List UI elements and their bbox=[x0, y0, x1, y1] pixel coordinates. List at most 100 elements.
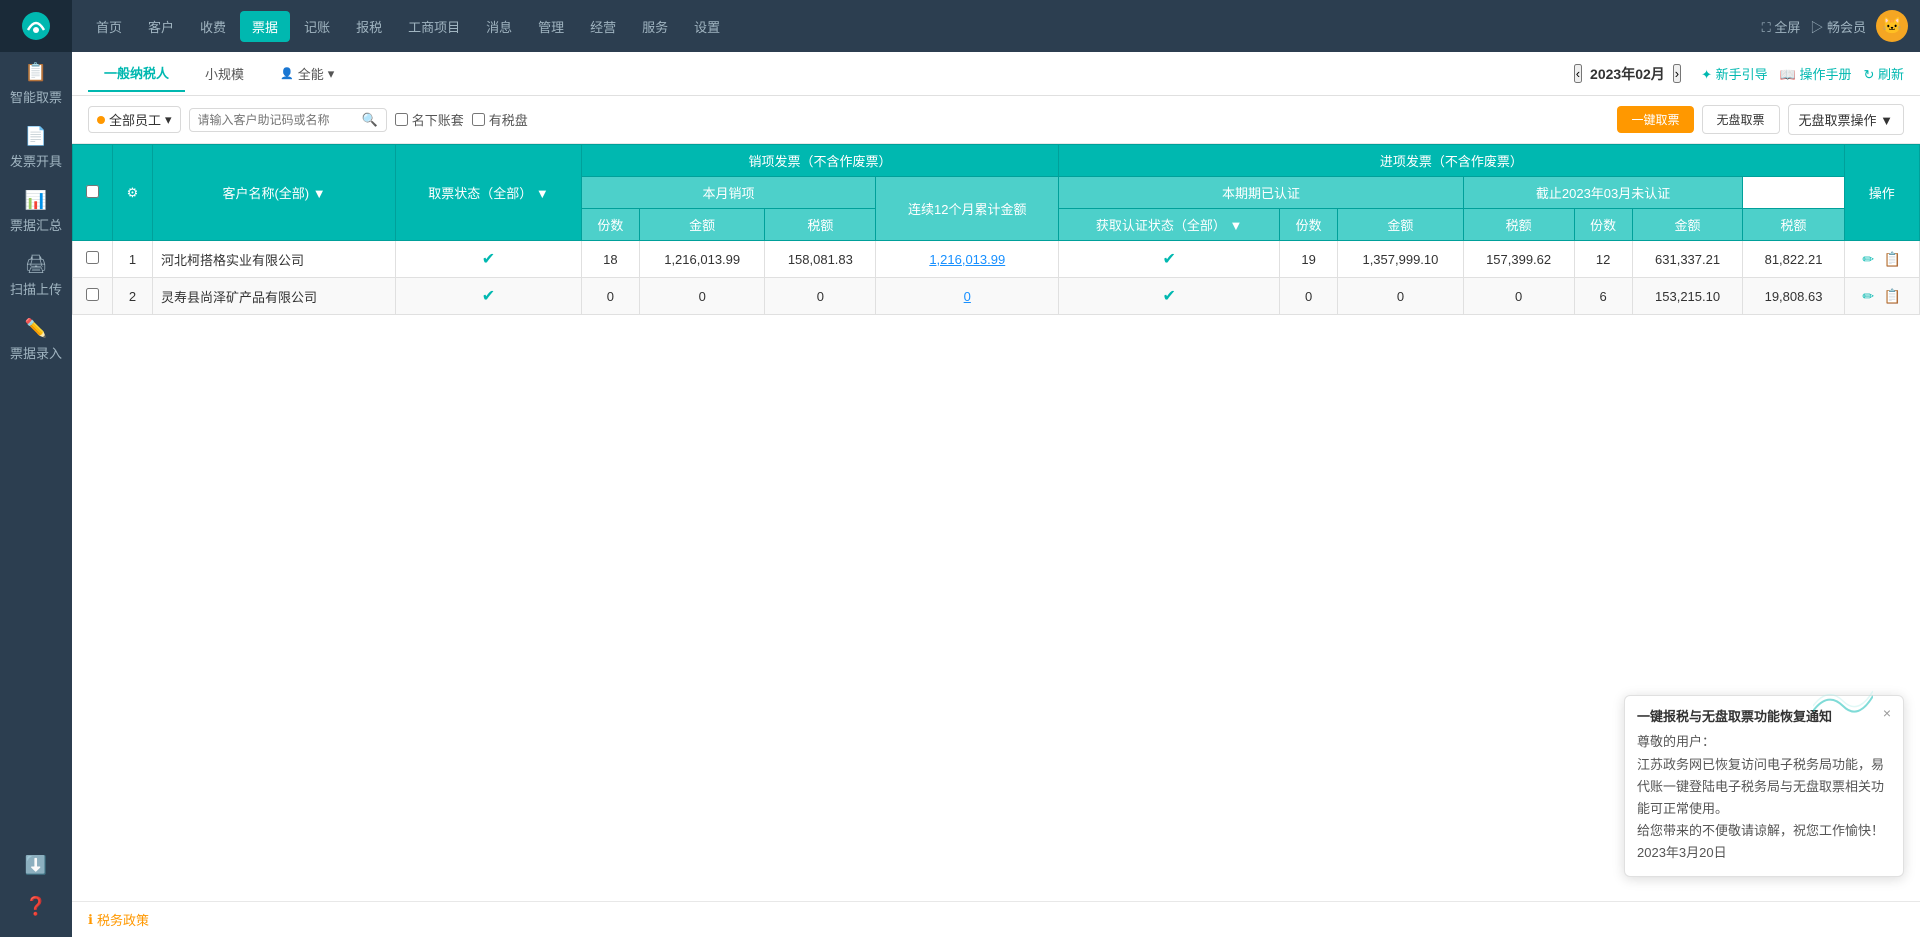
checkbox-taxdisk[interactable]: 有税盘 bbox=[472, 110, 528, 129]
row-checkbox-0[interactable] bbox=[73, 241, 113, 278]
member-btn[interactable]: ▷ 畅会员 bbox=[1810, 17, 1866, 36]
row-unverified-copies-1: 6 bbox=[1574, 278, 1632, 315]
nav-home[interactable]: 首页 bbox=[84, 11, 134, 42]
th-purchase-invoice: 进项发票（不含作废票） bbox=[1059, 145, 1844, 177]
nav-business[interactable]: 工商项目 bbox=[396, 11, 472, 42]
toolbar-left: 全部员工 ▾ 🔍 名下账套 有税盘 bbox=[88, 106, 528, 133]
th-purchase-tax: 税额 bbox=[1463, 209, 1574, 241]
prev-month-btn[interactable]: ‹ bbox=[1574, 64, 1582, 83]
sidebar-item-ticket-summary[interactable]: 📊 票据汇总 bbox=[0, 180, 72, 244]
sidebar-item-scan-upload[interactable]: 🖨 扫描上传 bbox=[0, 244, 72, 308]
th-sales-amount: 金额 bbox=[639, 209, 764, 241]
notification-text: 江苏政务网已恢复访问电子税务局功能，易代账一键登陆电子税务局与无盘取票相关功能可… bbox=[1637, 754, 1891, 820]
sidebar-item-ticket-entry[interactable]: ✏️ 票据录入 bbox=[0, 308, 72, 372]
cert-filter-icon[interactable]: ▼ bbox=[1230, 218, 1243, 233]
tax-policy-icon: ℹ bbox=[88, 912, 93, 928]
tab-bar: 一般纳税人 小规模 👤 全能 ▾ ‹ 2023年02月 › ✦ 新手引导 � bbox=[72, 52, 1920, 96]
th-sales-copies: 份数 bbox=[581, 209, 639, 241]
nav-ticket[interactable]: 票据 bbox=[240, 11, 290, 42]
subaccount-checkbox[interactable] bbox=[395, 113, 408, 126]
nav-fee[interactable]: 收费 bbox=[188, 11, 238, 42]
employee-select[interactable]: 全部员工 ▾ bbox=[88, 106, 181, 133]
next-month-btn[interactable]: › bbox=[1673, 64, 1681, 83]
edit-icon-1[interactable]: ✏ bbox=[1862, 288, 1874, 304]
row-customer-1: 灵寿县尚泽矿产品有限公司 bbox=[153, 278, 396, 315]
no-disk-ops-btn[interactable]: 无盘取票操作 ▼ bbox=[1788, 104, 1904, 135]
taxdisk-checkbox[interactable] bbox=[472, 113, 485, 126]
tab-nav-right: ✦ 新手引导 📖 操作手册 ↻ 刷新 bbox=[1701, 64, 1904, 83]
row-purchase-copies-1: 0 bbox=[1280, 278, 1338, 315]
notification-greeting: 尊敬的用户： bbox=[1637, 731, 1891, 753]
row-sales-tax-1: 0 bbox=[765, 278, 876, 315]
copy-icon-1[interactable]: 📋 bbox=[1884, 288, 1901, 304]
edit-icon-0[interactable]: ✏ bbox=[1862, 251, 1874, 267]
nav-accounting[interactable]: 记账 bbox=[292, 11, 342, 42]
ticket-summary-icon: 📊 bbox=[25, 190, 47, 211]
avatar[interactable]: 🐱 bbox=[1876, 10, 1908, 42]
th-sales-current: 本月销项 bbox=[581, 177, 875, 209]
row-purchase-copies-0: 19 bbox=[1280, 241, 1338, 278]
select-all-checkbox[interactable] bbox=[86, 185, 99, 198]
tab-all-capable[interactable]: 👤 全能 ▾ bbox=[264, 56, 350, 91]
filter-icon[interactable]: ▼ bbox=[313, 186, 326, 201]
sidebar-item-download[interactable]: ⬇️ bbox=[0, 845, 72, 886]
tab-small-scale[interactable]: 小规模 bbox=[189, 56, 260, 91]
search-box: 🔍 bbox=[189, 108, 387, 132]
checkbox-subaccount[interactable]: 名下账套 bbox=[395, 110, 464, 129]
refresh-btn[interactable]: ↻ 刷新 bbox=[1863, 64, 1904, 83]
nav-service[interactable]: 服务 bbox=[630, 11, 680, 42]
scan-upload-icon: 🖨 bbox=[25, 254, 48, 275]
tab-general-taxpayer[interactable]: 一般纳税人 bbox=[88, 55, 185, 92]
nav-settings[interactable]: 设置 bbox=[682, 11, 732, 42]
th-purchase-unverified: 截止2023年03月未认证 bbox=[1463, 177, 1743, 209]
row-unverified-amount-1: 153,215.10 bbox=[1632, 278, 1743, 315]
nav-customer[interactable]: 客户 bbox=[136, 11, 186, 42]
notification-apology: 给您带来的不便敬请谅解，祝您工作愉快！ bbox=[1637, 820, 1891, 842]
row-cert-status-0: ✔ bbox=[1059, 241, 1280, 278]
sidebar-bottom: ⬇️ ❓ bbox=[0, 845, 72, 937]
sidebar-item-smart-ticket[interactable]: 📋 智能取票 bbox=[0, 52, 72, 116]
current-month: 2023年02月 bbox=[1590, 64, 1665, 84]
invoice-issue-icon: 📄 bbox=[25, 126, 47, 147]
manual-btn[interactable]: 📖 操作手册 bbox=[1780, 64, 1852, 83]
sidebar-item-invoice-issue[interactable]: 📄 发票开具 bbox=[0, 116, 72, 180]
settings-icon[interactable]: ⚙ bbox=[127, 185, 139, 200]
notification-body: 尊敬的用户： 江苏政务网已恢复访问电子税务局功能，易代账一键登陆电子税务局与无盘… bbox=[1625, 731, 1903, 876]
nav-tax[interactable]: 报税 bbox=[344, 11, 394, 42]
row-sales-cumulative-0[interactable]: 1,216,013.99 bbox=[876, 241, 1059, 278]
row-purchase-tax-0: 157,399.62 bbox=[1463, 241, 1574, 278]
row-checkbox-1[interactable] bbox=[73, 278, 113, 315]
th-sales-tax: 税额 bbox=[765, 209, 876, 241]
search-icon[interactable]: 🔍 bbox=[362, 112, 378, 128]
sidebar-item-help[interactable]: ❓ bbox=[0, 886, 72, 927]
notification-close-btn[interactable]: × bbox=[1883, 706, 1891, 720]
row-unverified-copies-0: 12 bbox=[1574, 241, 1632, 278]
nav-manage[interactable]: 管理 bbox=[526, 11, 576, 42]
topnav: 首页 客户 收费 票据 记账 报税 工商项目 消息 管理 经营 服务 设置 ⛶ … bbox=[72, 0, 1920, 52]
tax-policy-link[interactable]: ℹ 税务政策 bbox=[88, 910, 149, 929]
row-sales-cumulative-1[interactable]: 0 bbox=[876, 278, 1059, 315]
row-unverified-tax-0: 81,822.21 bbox=[1743, 241, 1844, 278]
employee-dropdown-icon: ▾ bbox=[165, 112, 172, 128]
notification-title: 一键报税与无盘取票功能恢复通知 bbox=[1637, 706, 1832, 725]
one-click-ticket-btn[interactable]: 一键取票 bbox=[1617, 106, 1693, 133]
nav-operation[interactable]: 经营 bbox=[578, 11, 628, 42]
row-sales-amount-0: 1,216,013.99 bbox=[639, 241, 764, 278]
new-guide-btn[interactable]: ✦ 新手引导 bbox=[1701, 64, 1768, 83]
topnav-right: ⛶ 全屏 ▷ 畅会员 🐱 bbox=[1762, 10, 1908, 42]
nav-message[interactable]: 消息 bbox=[474, 11, 524, 42]
footer: ℹ 税务政策 bbox=[72, 901, 1920, 937]
download-icon: ⬇️ bbox=[25, 855, 47, 876]
sidebar-logo bbox=[0, 0, 72, 52]
notification-date: 2023年3月20日 bbox=[1637, 842, 1891, 864]
status-filter-icon[interactable]: ▼ bbox=[536, 186, 549, 201]
row-actions-0: ✏ 📋 bbox=[1844, 241, 1919, 278]
row-no-0: 1 bbox=[113, 241, 153, 278]
row-sales-copies-1: 0 bbox=[581, 278, 639, 315]
no-disk-ticket-btn[interactable]: 无盘取票 bbox=[1702, 105, 1780, 134]
row-cert-status-1: ✔ bbox=[1059, 278, 1280, 315]
search-input[interactable] bbox=[198, 113, 358, 127]
ticket-entry-icon: ✏️ bbox=[25, 318, 47, 339]
copy-icon-0[interactable]: 📋 bbox=[1884, 251, 1901, 267]
fullscreen-btn[interactable]: ⛶ 全屏 bbox=[1762, 17, 1801, 36]
